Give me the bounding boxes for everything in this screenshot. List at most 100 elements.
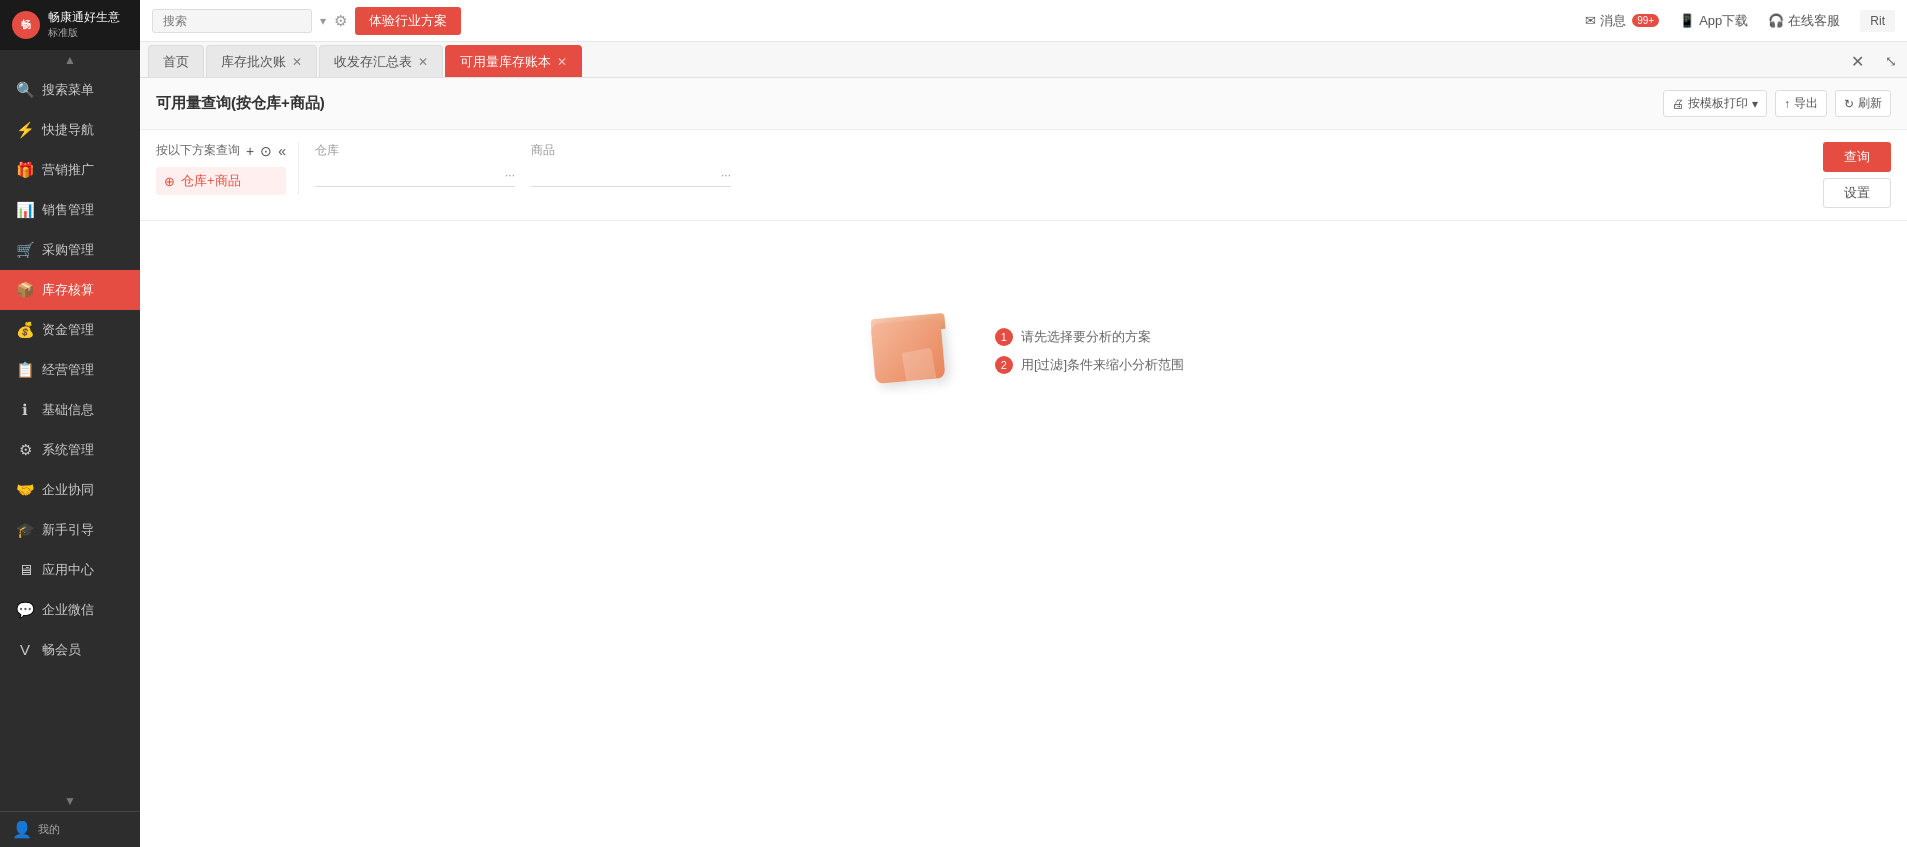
- sidebar-icon-9: ⚙: [16, 441, 34, 459]
- filter-actions: 查询 设置: [1823, 142, 1891, 208]
- sidebar-item-营销推广[interactable]: 🎁 营销推广: [0, 150, 140, 190]
- goods-more-icon[interactable]: ···: [721, 168, 731, 182]
- user-label: Rit: [1870, 14, 1885, 28]
- page-header-actions: 🖨 按模板打印 ▾ ↑ 导出 ↻ 刷新: [1663, 90, 1891, 117]
- topbar-gear-icon[interactable]: ⚙: [334, 12, 347, 30]
- sidebar-item-资金管理[interactable]: 💰 资金管理: [0, 310, 140, 350]
- sidebar-label-10: 企业协同: [42, 481, 94, 499]
- export-label: 导出: [1794, 95, 1818, 112]
- tab-close-1[interactable]: ✕: [292, 55, 302, 69]
- sidebar-item-经营管理[interactable]: 📋 经营管理: [0, 350, 140, 390]
- query-button[interactable]: 查询: [1823, 142, 1891, 172]
- sidebar-scroll-down[interactable]: ▼: [0, 791, 140, 811]
- sidebar-item-采购管理[interactable]: 🛒 采购管理: [0, 230, 140, 270]
- goods-label: 商品: [531, 142, 731, 159]
- sidebar-icon-10: 🤝: [16, 481, 34, 499]
- collapse-scheme-button[interactable]: «: [278, 143, 286, 159]
- sidebar-bottom-label: 我的: [38, 822, 60, 837]
- app-download-label: App下载: [1699, 12, 1748, 30]
- sidebar-icon-7: 📋: [16, 361, 34, 379]
- sidebar-label-7: 经营管理: [42, 361, 94, 379]
- filter-area: 按以下方案查询 + ⊙ « ⊕ 仓库+商品 仓库 ···: [140, 130, 1907, 221]
- sidebar-nav: 🔍 搜索菜单 ⚡ 快捷导航 🎁 营销推广 📊 销售管理 🛒 采购管理 📦 库存核…: [0, 70, 140, 791]
- message-label: 消息: [1600, 12, 1626, 30]
- tip-1-text: 请先选择要分析的方案: [1021, 328, 1151, 346]
- trial-button[interactable]: 体验行业方案: [355, 7, 461, 35]
- sidebar-label-4: 采购管理: [42, 241, 94, 259]
- tab-close-all-button[interactable]: ✕: [1841, 45, 1873, 77]
- tab-close-3[interactable]: ✕: [557, 55, 567, 69]
- sidebar-label-14: 畅会员: [42, 641, 81, 659]
- tab-2[interactable]: 收发存汇总表✕: [319, 45, 443, 77]
- messages-button[interactable]: ✉ 消息 99+: [1585, 12, 1659, 30]
- search-chevron-icon[interactable]: ▾: [320, 14, 326, 28]
- scheme-item-icon: ⊕: [164, 174, 175, 189]
- sidebar-icon-8: ℹ: [16, 401, 34, 419]
- sidebar-label-8: 基础信息: [42, 401, 94, 419]
- sidebar-item-企业微信[interactable]: 💬 企业微信: [0, 590, 140, 630]
- empty-state: 1 请先选择要分析的方案 2 用[过滤]条件来缩小分析范围: [140, 221, 1907, 481]
- tip-1-num: 1: [995, 328, 1013, 346]
- tab-1[interactable]: 库存批次账 ✕: [206, 45, 317, 77]
- tab-bar: 首页库存批次账✕收发存汇总表✕可用量库存账本✕ ✕ ⤡: [140, 42, 1907, 78]
- tab-3[interactable]: 可用量库存账本 ✕: [445, 45, 582, 77]
- print-icon: 🖨: [1672, 97, 1684, 111]
- sidebar-label-5: 库存核算: [42, 281, 94, 299]
- sidebar-scroll-up[interactable]: ▲: [0, 50, 140, 70]
- user-avatar-icon: 👤: [12, 820, 32, 839]
- print-label: 按模板打印: [1688, 95, 1748, 112]
- tab-label-3: 可用量库存账本: [460, 53, 551, 71]
- sidebar-item-库存核算[interactable]: 📦 库存核算: [0, 270, 140, 310]
- goods-input[interactable]: [531, 167, 717, 182]
- sidebar-item-搜索菜单[interactable]: 🔍 搜索菜单: [0, 70, 140, 110]
- tab-label-1: 库存批次账: [221, 53, 286, 71]
- settings-scheme-button[interactable]: ⊙: [260, 143, 272, 159]
- sidebar-icon-3: 📊: [16, 201, 34, 219]
- user-menu-button[interactable]: Rit: [1860, 10, 1895, 32]
- scheme-item-label: 仓库+商品: [181, 172, 241, 190]
- tip-2-num: 2: [995, 356, 1013, 374]
- sidebar-label-11: 新手引导: [42, 521, 94, 539]
- sidebar-item-畅会员[interactable]: V 畅会员: [0, 630, 140, 670]
- sidebar-label-2: 营销推广: [42, 161, 94, 179]
- app-edition: 标准版: [48, 26, 120, 40]
- print-button[interactable]: 🖨 按模板打印 ▾: [1663, 90, 1767, 117]
- sidebar-label-12: 应用中心: [42, 561, 94, 579]
- sidebar-icon-1: ⚡: [16, 121, 34, 139]
- warehouse-input[interactable]: [315, 167, 501, 182]
- sidebar-label-6: 资金管理: [42, 321, 94, 339]
- tab-expand-button[interactable]: ⤡: [1875, 45, 1907, 77]
- tab-close-2[interactable]: ✕: [418, 55, 428, 69]
- sidebar-item-企业协同[interactable]: 🤝 企业协同: [0, 470, 140, 510]
- add-scheme-button[interactable]: +: [246, 143, 254, 159]
- service-icon: 🎧: [1768, 13, 1784, 28]
- sidebar-item-系统管理[interactable]: ⚙ 系统管理: [0, 430, 140, 470]
- sidebar-item-基础信息[interactable]: ℹ 基础信息: [0, 390, 140, 430]
- sidebar-item-快捷导航[interactable]: ⚡ 快捷导航: [0, 110, 140, 150]
- sidebar-label-0: 搜索菜单: [42, 81, 94, 99]
- service-label: 在线客服: [1788, 12, 1840, 30]
- scheme-item-warehouse-goods[interactable]: ⊕ 仓库+商品: [156, 167, 286, 195]
- tip-1: 1 请先选择要分析的方案: [995, 328, 1184, 346]
- message-badge: 99+: [1632, 14, 1659, 27]
- sidebar-label-13: 企业微信: [42, 601, 94, 619]
- export-button[interactable]: ↑ 导出: [1775, 90, 1827, 117]
- search-input[interactable]: [152, 9, 312, 33]
- sidebar-icon-5: 📦: [16, 281, 34, 299]
- sidebar-item-新手引导[interactable]: 🎓 新手引导: [0, 510, 140, 550]
- online-service-button[interactable]: 🎧 在线客服: [1768, 12, 1840, 30]
- empty-illustration: [863, 301, 963, 401]
- sidebar-item-应用中心[interactable]: 🖥 应用中心: [0, 550, 140, 590]
- filter-settings-button[interactable]: 设置: [1823, 178, 1891, 208]
- filter-scheme-panel: 按以下方案查询 + ⊙ « ⊕ 仓库+商品: [156, 142, 299, 195]
- sidebar-item-销售管理[interactable]: 📊 销售管理: [0, 190, 140, 230]
- tab-0[interactable]: 首页: [148, 45, 204, 77]
- filter-fields: 仓库 ··· 商品 ···: [315, 142, 1823, 187]
- sidebar-icon-4: 🛒: [16, 241, 34, 259]
- refresh-icon: ↻: [1844, 97, 1854, 111]
- refresh-button[interactable]: ↻ 刷新: [1835, 90, 1891, 117]
- warehouse-more-icon[interactable]: ···: [505, 168, 515, 182]
- sidebar-bottom: 👤 我的: [0, 811, 140, 847]
- sidebar-icon-0: 🔍: [16, 81, 34, 99]
- app-download-button[interactable]: 📱 App下载: [1679, 12, 1748, 30]
